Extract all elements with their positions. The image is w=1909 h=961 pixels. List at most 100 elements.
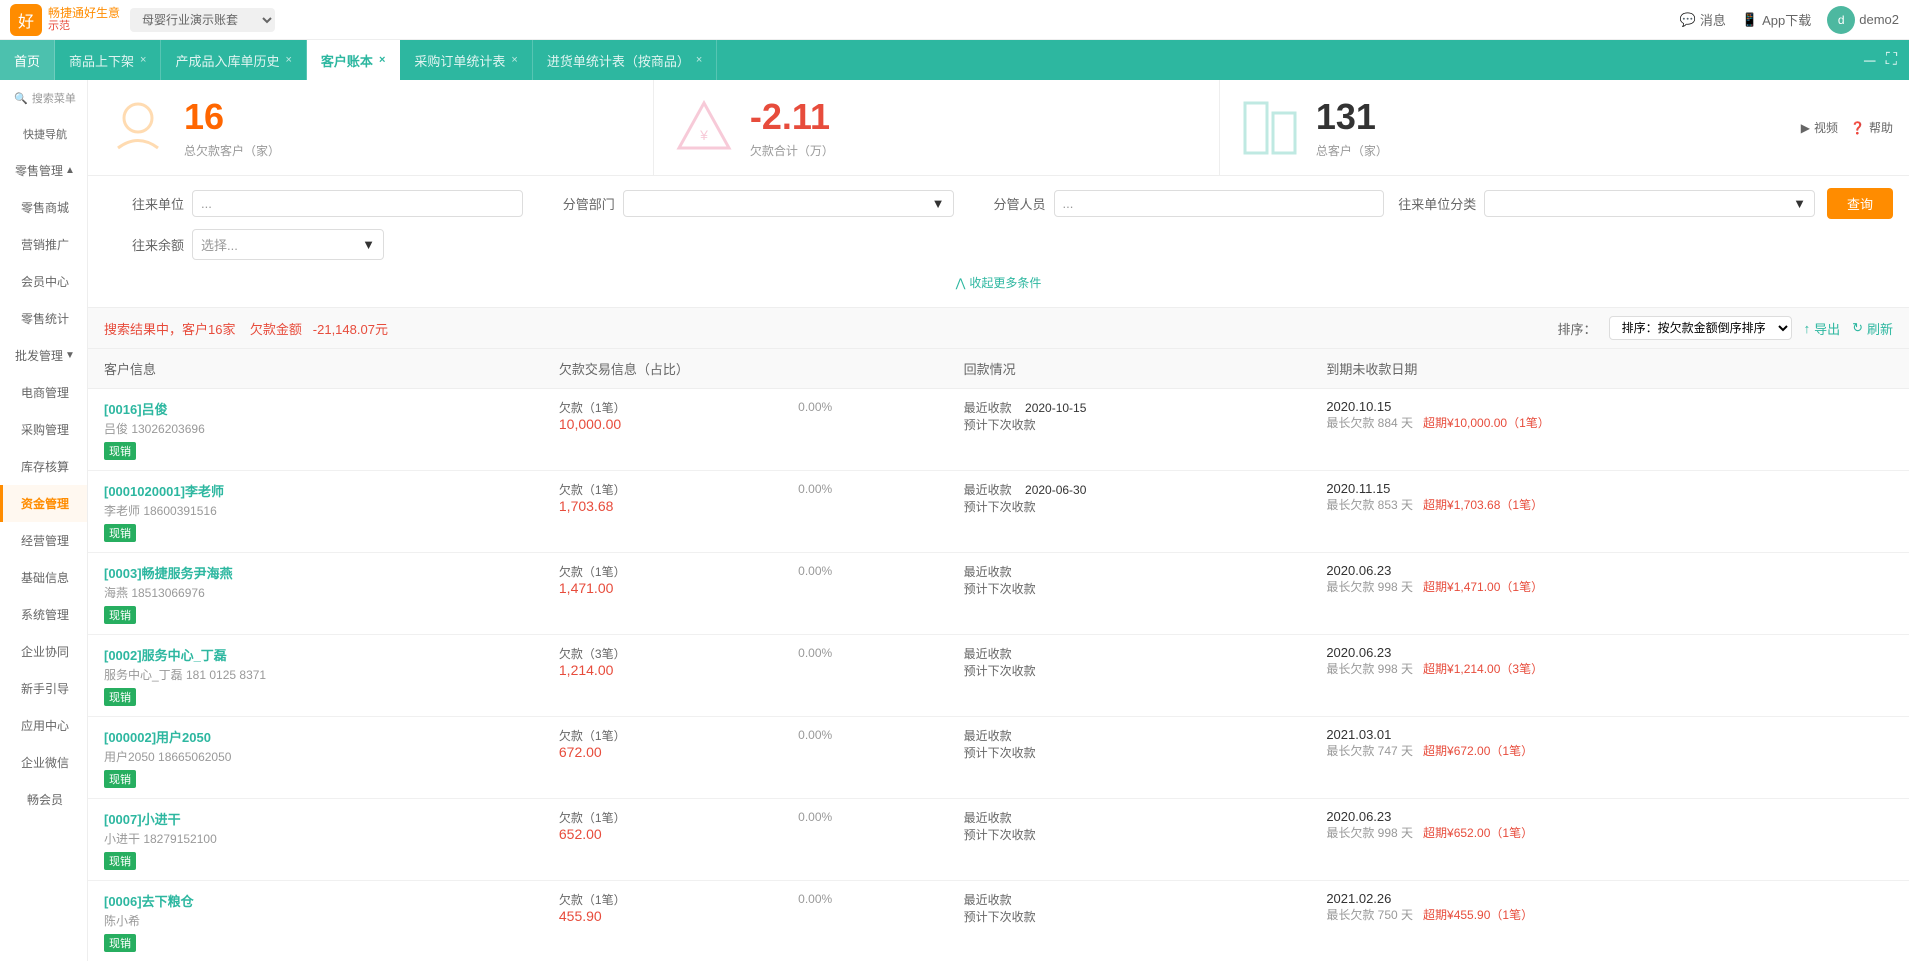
chevron-down-icon: ▼ bbox=[1793, 196, 1806, 211]
debt-percent-cell: 0.00% bbox=[774, 881, 948, 961]
message-button[interactable]: 💬 消息 bbox=[1680, 10, 1726, 29]
sidebar-item-inventory[interactable]: 库存核算 bbox=[0, 448, 87, 485]
tab-product-listing[interactable]: 商品上下架 × bbox=[55, 40, 161, 80]
overdue-link[interactable]: 超期¥1,703.68（1笔） bbox=[1423, 498, 1543, 512]
due-date: 2020.06.23 bbox=[1326, 809, 1893, 824]
due-date: 2020.06.23 bbox=[1326, 563, 1893, 578]
minimize-icon[interactable]: － bbox=[1862, 48, 1878, 72]
overdue-link[interactable]: 超期¥455.90（1笔） bbox=[1423, 908, 1533, 922]
sidebar-item-retail-mall[interactable]: 零售商城 bbox=[0, 189, 87, 226]
close-icon[interactable]: × bbox=[140, 54, 146, 66]
debt-percent-cell: 0.00% bbox=[774, 553, 948, 635]
col-customer: 客户信息 bbox=[88, 349, 543, 389]
unit-class-select[interactable]: ▼ bbox=[1484, 190, 1815, 217]
next-payment-label: 预计下次收款 bbox=[964, 662, 1295, 679]
sidebar-item-weixin[interactable]: 企业微信 bbox=[0, 744, 87, 781]
debt-amount[interactable]: 455.90 bbox=[559, 908, 758, 924]
sidebar-item-app-center[interactable]: 应用中心 bbox=[0, 707, 87, 744]
sidebar-item-wholesale[interactable]: 批发管理 ▼ bbox=[0, 337, 87, 374]
close-icon[interactable]: × bbox=[696, 54, 702, 66]
balance-select[interactable]: 选择... ▼ bbox=[192, 229, 384, 260]
due-date-cell: 2020.06.23 最长欠款 998 天 超期¥652.00（1笔） bbox=[1310, 799, 1909, 881]
customer-name[interactable]: [0016]吕俊 bbox=[104, 399, 527, 418]
collapse-button[interactable]: ⋀ 收起更多条件 bbox=[956, 274, 1042, 291]
tab-purchase-stats[interactable]: 采购订单统计表 × bbox=[400, 40, 532, 80]
customer-name[interactable]: [0001020001]李老师 bbox=[104, 481, 527, 500]
search-button[interactable]: 查询 bbox=[1827, 188, 1893, 219]
debt-info-cell: 欠款（1笔） 10,000.00 bbox=[543, 389, 774, 471]
refresh-button[interactable]: ↻ 刷新 bbox=[1852, 319, 1893, 338]
close-icon[interactable]: × bbox=[285, 54, 291, 66]
sidebar-item-basic-info[interactable]: 基础信息 bbox=[0, 559, 87, 596]
recovery-cell: 最近收款 预计下次收款 bbox=[948, 881, 1311, 961]
stat-card-total-customers: 131 总客户（家） bbox=[1220, 80, 1785, 175]
sidebar-item-purchase[interactable]: 采购管理 bbox=[0, 411, 87, 448]
sidebar-item-system[interactable]: 系统管理 bbox=[0, 596, 87, 633]
col-debt-info: 欠款交易信息（占比） bbox=[543, 349, 948, 389]
sidebar-item-retail-stats[interactable]: 零售统计 bbox=[0, 300, 87, 337]
sidebar-item-ecommerce[interactable]: 电商管理 bbox=[0, 374, 87, 411]
sort-select[interactable]: 排序：按欠款金额倒序排序 bbox=[1609, 316, 1792, 340]
debt-amount[interactable]: 652.00 bbox=[559, 826, 758, 842]
close-icon[interactable]: × bbox=[379, 54, 385, 66]
stats-row: 16 总欠款客户（家） ¥ -2.11 欠款合计（万） bbox=[88, 80, 1909, 176]
customer-name[interactable]: [0002]服务中心_丁磊 bbox=[104, 645, 527, 664]
chevron-down-icon: ▼ bbox=[362, 237, 375, 252]
debt-amount[interactable]: 10,000.00 bbox=[559, 416, 758, 432]
overdue-link[interactable]: 超期¥1,471.00（1笔） bbox=[1423, 580, 1543, 594]
customer-info-cell: [0002]服务中心_丁磊 服务中心_丁磊 181 0125 8371 现销 bbox=[88, 635, 543, 717]
close-icon[interactable]: × bbox=[511, 54, 517, 66]
store-selector[interactable]: 母婴行业演示账套 bbox=[130, 8, 275, 32]
tab-production-history[interactable]: 产成品入库单历史 × bbox=[161, 40, 306, 80]
debt-amount[interactable]: 1,703.68 bbox=[559, 498, 758, 514]
sidebar-item-guide[interactable]: 新手引导 bbox=[0, 670, 87, 707]
sidebar-item-enterprise[interactable]: 企业协同 bbox=[0, 633, 87, 670]
source-unit-input[interactable]: ... bbox=[192, 190, 523, 217]
export-button[interactable]: ↑ 导出 bbox=[1804, 319, 1841, 338]
overdue-link[interactable]: 超期¥1,214.00（3笔） bbox=[1423, 662, 1543, 676]
customer-name[interactable]: [0003]畅捷服务尹海燕 bbox=[104, 563, 527, 582]
tab-purchase-goods-stats[interactable]: 进货单统计表（按商品） × bbox=[533, 40, 717, 80]
help-button[interactable]: ❓ 帮助 bbox=[1850, 119, 1893, 136]
overdue-days: 最长欠款 750 天 超期¥455.90（1笔） bbox=[1326, 906, 1893, 923]
filter-area: 往来单位 ... 分管部门 ▼ 分管人员 bbox=[88, 176, 1909, 308]
video-help-area: ▶ 视频 ❓ 帮助 bbox=[1785, 80, 1909, 175]
maximize-icon[interactable]: ⛶ bbox=[1886, 51, 1897, 69]
customer-name[interactable]: [0006]去下粮仓 bbox=[104, 891, 527, 910]
overdue-link[interactable]: 超期¥10,000.00（1笔） bbox=[1423, 416, 1550, 430]
overdue-link[interactable]: 超期¥672.00（1笔） bbox=[1423, 744, 1533, 758]
debt-amount[interactable]: 672.00 bbox=[559, 744, 758, 760]
person-input[interactable]: ... bbox=[1054, 190, 1385, 217]
customer-phone: 吕俊 13026203696 bbox=[104, 420, 527, 437]
debt-percent-cell: 0.00% bbox=[774, 471, 948, 553]
person-filter: 分管人员 ... bbox=[966, 190, 1385, 217]
logo-area: 好 畅捷通好生意 示范 bbox=[10, 4, 120, 36]
user-menu[interactable]: d demo2 bbox=[1827, 6, 1899, 34]
customer-name[interactable]: [0007]小进干 bbox=[104, 809, 527, 828]
debt-amount[interactable]: 1,471.00 bbox=[559, 580, 758, 596]
sidebar-item-members[interactable]: 会员中心 bbox=[0, 263, 87, 300]
dept-select[interactable]: ▼ bbox=[623, 190, 954, 217]
video-button[interactable]: ▶ 视频 bbox=[1801, 119, 1838, 136]
debt-amount[interactable]: 1,214.00 bbox=[559, 662, 758, 678]
sidebar-item-finance[interactable]: 资金管理 bbox=[0, 485, 87, 522]
sidebar-item-marketing[interactable]: 营销推广 bbox=[0, 226, 87, 263]
customer-phone: 用户2050 18665062050 bbox=[104, 748, 527, 765]
tab-home[interactable]: 首页 bbox=[0, 40, 55, 80]
arrow-icon: ▼ bbox=[65, 350, 75, 361]
customer-info-cell: [000002]用户2050 用户2050 18665062050 现销 bbox=[88, 717, 543, 799]
overdue-days: 最长欠款 998 天 超期¥652.00（1笔） bbox=[1326, 824, 1893, 841]
due-date-cell: 2021.03.01 最长欠款 747 天 超期¥672.00（1笔） bbox=[1310, 717, 1909, 799]
customer-info-cell: [0003]畅捷服务尹海燕 海燕 18513066976 现销 bbox=[88, 553, 543, 635]
sidebar-item-search[interactable]: 🔍 搜索菜单 bbox=[0, 80, 87, 116]
app-download-button[interactable]: 📱 App下载 bbox=[1742, 10, 1811, 29]
overdue-link[interactable]: 超期¥652.00（1笔） bbox=[1423, 826, 1533, 840]
sidebar-item-quicknav[interactable]: 快捷导航 bbox=[0, 116, 87, 152]
sidebar-item-retail-mgmt[interactable]: 零售管理 ▲ bbox=[0, 152, 87, 189]
tab-customer-account[interactable]: 客户账本 × bbox=[307, 40, 400, 80]
sidebar-item-member[interactable]: 畅会员 bbox=[0, 781, 87, 818]
stat-card-debt-amount: ¥ -2.11 欠款合计（万） bbox=[654, 80, 1220, 175]
sidebar-item-operations[interactable]: 经营管理 bbox=[0, 522, 87, 559]
customer-name[interactable]: [000002]用户2050 bbox=[104, 727, 527, 746]
customer-info-cell: [0001020001]李老师 李老师 18600391516 现销 bbox=[88, 471, 543, 553]
